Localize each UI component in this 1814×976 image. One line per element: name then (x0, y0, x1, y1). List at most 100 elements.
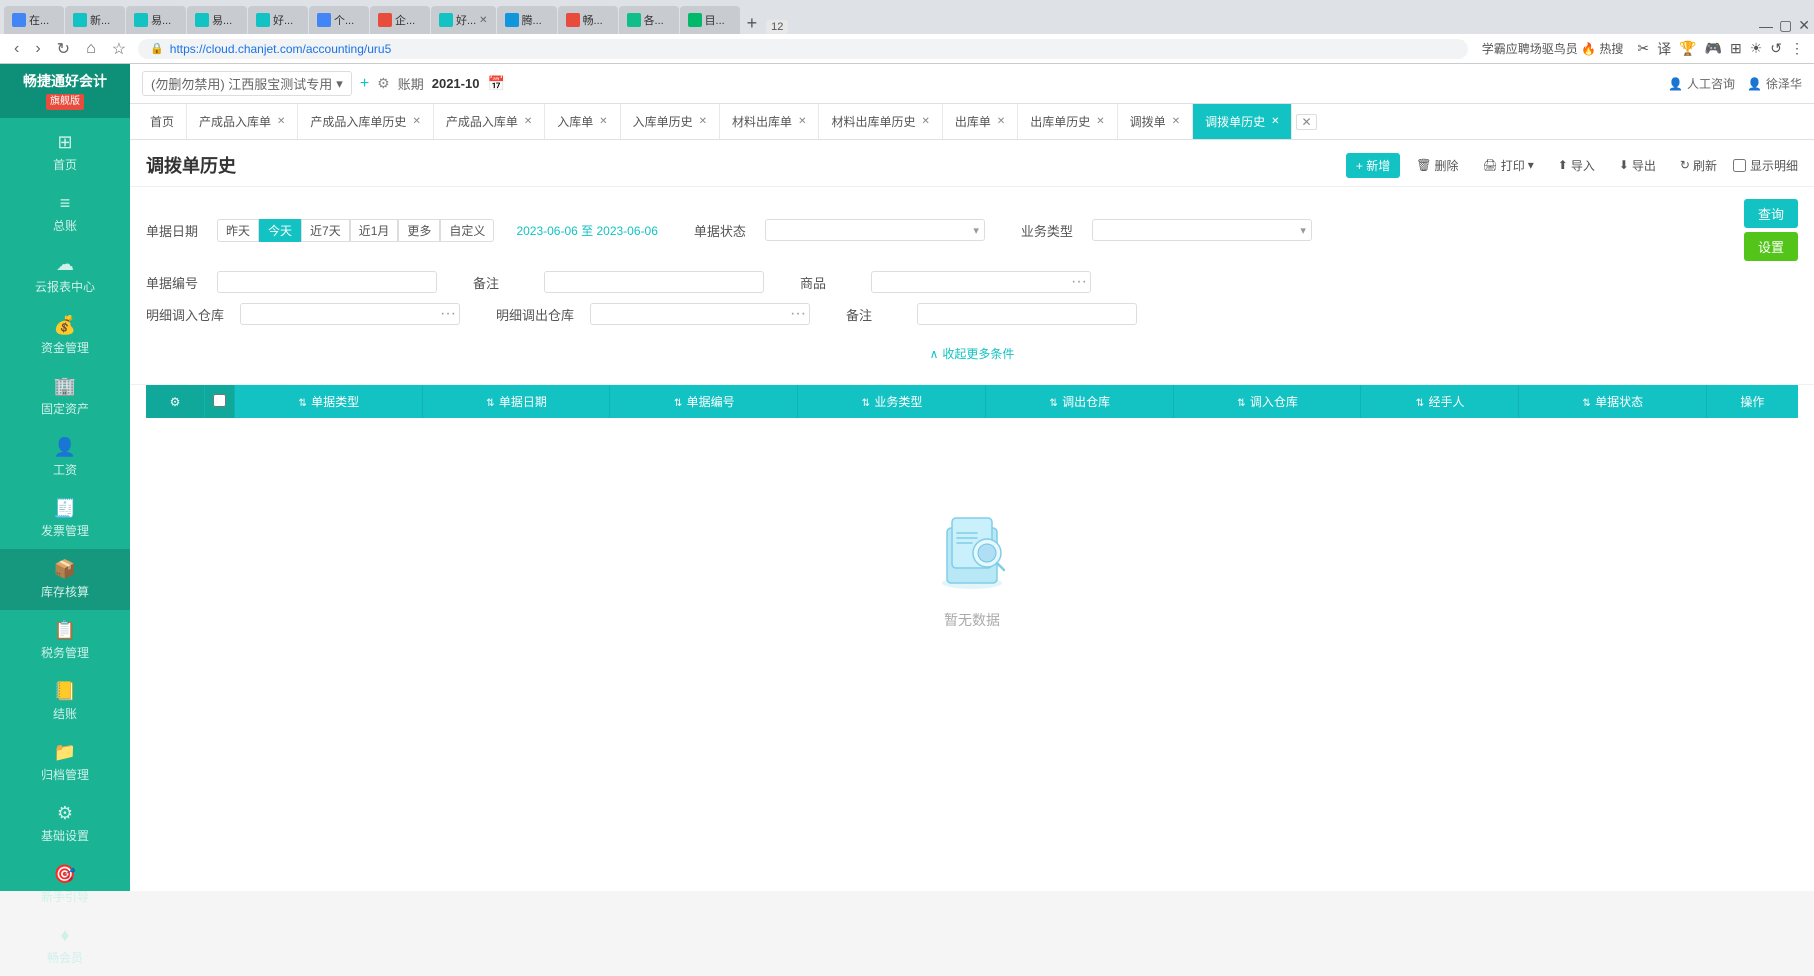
bookmark-btn[interactable]: ☆ (108, 37, 130, 61)
page-tab-product-in[interactable]: 产成品入库单 ✕ (187, 104, 298, 140)
sidebar-item-member[interactable]: ♦ 畅会员 (0, 915, 130, 976)
note-input[interactable] (544, 271, 764, 293)
new-btn[interactable]: + 新增 (1346, 153, 1400, 178)
th-biz-type[interactable]: ⇅ 业务类型 (798, 385, 986, 418)
date-tab-custom[interactable]: 自定义 (440, 219, 494, 242)
th-handler[interactable]: ⇅ 经手人 (1361, 385, 1519, 418)
browser-tab-7[interactable]: 企... (370, 6, 430, 34)
date-tab-yesterday[interactable]: 昨天 (217, 219, 259, 242)
sidebar-item-tax[interactable]: 📋 税务管理 (0, 610, 130, 671)
date-tab-more[interactable]: 更多 (398, 219, 440, 242)
browser-tab-4[interactable]: 易... (187, 6, 247, 34)
select-all-checkbox[interactable] (213, 394, 226, 407)
display-checkbox-label[interactable]: 显示明细 (1733, 157, 1798, 174)
sidebar-item-ledger[interactable]: ≡ 总账 (0, 183, 130, 244)
page-tab-transfer-history[interactable]: 调拨单历史 ✕ (1193, 104, 1292, 140)
th-gear[interactable]: ⚙ (146, 385, 204, 418)
sidebar-item-home[interactable]: ⊞ 首页 (0, 122, 130, 183)
out-warehouse-dots-icon[interactable]: ··· (790, 305, 806, 323)
date-tab-today[interactable]: 今天 (259, 219, 301, 242)
home-btn[interactable]: ⌂ (82, 38, 100, 60)
forward-btn[interactable]: › (31, 38, 44, 60)
in-warehouse-input[interactable] (240, 303, 460, 325)
tab-close-material-out-history[interactable]: ✕ (921, 116, 929, 127)
tab-close-product-in2[interactable]: ✕ (524, 116, 532, 127)
close-all-btn[interactable]: ✕ (1296, 114, 1316, 130)
tab-close-material-out[interactable]: ✕ (798, 116, 806, 127)
th-checkbox[interactable] (204, 385, 234, 418)
gamepad-icon[interactable]: 🎮 (1705, 40, 1722, 57)
browser-tab-12[interactable]: 目... (680, 6, 740, 34)
th-out-warehouse[interactable]: ⇅ 调出仓库 (985, 385, 1173, 418)
sidebar-item-guide[interactable]: 🎯 新手引导 (0, 854, 130, 915)
browser-tab-2[interactable]: 新... (65, 6, 125, 34)
user-service[interactable]: 👤 人工咨询 (1668, 75, 1735, 92)
tab-close-out[interactable]: ✕ (997, 116, 1005, 127)
browser-tab-3[interactable]: 易... (126, 6, 186, 34)
browser-tab-11[interactable]: 各... (619, 6, 679, 34)
goods-input[interactable] (871, 271, 1091, 293)
reward-icon[interactable]: 🏆 (1679, 40, 1696, 57)
refresh-btn[interactable]: ↻ (53, 37, 74, 61)
browser-tab-9[interactable]: 腾... (497, 6, 557, 34)
refresh-btn-page[interactable]: ↻ 刷新 (1672, 153, 1725, 178)
tab-close-out-history[interactable]: ✕ (1096, 116, 1104, 127)
th-doc-no[interactable]: ⇅ 单据编号 (610, 385, 798, 418)
undo-icon[interactable]: ↺ (1770, 40, 1782, 57)
sidebar-item-inventory[interactable]: 📦 库存核算 (0, 549, 130, 610)
url-bar[interactable]: 🔒 https://cloud.chanjet.com/accounting/u… (138, 39, 1468, 59)
page-tab-in-history[interactable]: 入库单历史 ✕ (621, 104, 720, 140)
page-tab-transfer[interactable]: 调拨单 ✕ (1118, 104, 1193, 140)
import-btn[interactable]: ⬆ 导入 (1550, 153, 1603, 178)
tab-close-in-history[interactable]: ✕ (699, 116, 707, 127)
page-tab-material-out-history[interactable]: 材料出库单历史 ✕ (819, 104, 942, 140)
tab-close-transfer-history[interactable]: ✕ (1271, 116, 1279, 127)
th-doc-date[interactable]: ⇅ 单据日期 (422, 385, 610, 418)
delete-btn[interactable]: 🗑 删除 (1408, 153, 1466, 178)
calendar-icon[interactable]: 📅 (487, 75, 504, 92)
goods-dots-icon[interactable]: ··· (1071, 273, 1087, 291)
settings-btn[interactable]: ⚙ (377, 75, 390, 92)
browser-tab-5[interactable]: 好... (248, 6, 308, 34)
page-tab-product-in2[interactable]: 产成品入库单 ✕ (434, 104, 545, 140)
tab-close-transfer[interactable]: ✕ (1172, 116, 1180, 127)
page-tab-material-out[interactable]: 材料出库单 ✕ (720, 104, 819, 140)
extensions-icon[interactable]: ✂ (1637, 40, 1649, 57)
new-tab-btn[interactable]: + (741, 13, 764, 34)
page-tab-out[interactable]: 出库单 ✕ (943, 104, 1018, 140)
back-btn[interactable]: ‹ (10, 38, 23, 60)
out-warehouse-input[interactable] (590, 303, 810, 325)
maximize-icon[interactable]: ▢ (1779, 17, 1792, 34)
sidebar-item-reports[interactable]: ☁ 云报表中心 (0, 244, 130, 305)
collapse-btn[interactable]: ∧ 收起更多条件 (930, 339, 1015, 368)
page-tab-product-in-history[interactable]: 产成品入库单历史 ✕ (298, 104, 433, 140)
brightness-icon[interactable]: ☀ (1750, 40, 1763, 57)
tab-close-product-in-history[interactable]: ✕ (412, 116, 420, 127)
tab-close-product-in[interactable]: ✕ (277, 116, 285, 127)
business-type-select[interactable] (1092, 219, 1312, 241)
date-tab-7days[interactable]: 近7天 (301, 219, 350, 242)
note2-input[interactable] (917, 303, 1137, 325)
user-avatar[interactable]: 👤 徐泽华 (1747, 75, 1802, 92)
doc-no-input[interactable] (217, 271, 437, 293)
th-doc-status[interactable]: ⇅ 单据状态 (1518, 385, 1706, 418)
sidebar-item-settings[interactable]: ⚙ 基础设置 (0, 793, 130, 854)
tab-close-8[interactable]: ✕ (479, 15, 487, 26)
print-btn[interactable]: 🖨 打印 ▾ (1474, 153, 1541, 178)
th-doc-type[interactable]: ⇅ 单据类型 (234, 385, 422, 418)
page-tab-home[interactable]: 首页 (138, 104, 187, 140)
browser-tab-1[interactable]: 在... (4, 6, 64, 34)
browser-tab-10[interactable]: 畅... (558, 6, 618, 34)
minimize-icon[interactable]: — (1759, 18, 1773, 34)
export-btn[interactable]: ⬇ 导出 (1611, 153, 1664, 178)
in-warehouse-dots-icon[interactable]: ··· (440, 305, 456, 323)
menu-icon[interactable]: ⋮ (1790, 40, 1804, 57)
sidebar-item-funds[interactable]: 💰 资金管理 (0, 305, 130, 366)
tab-close-in[interactable]: ✕ (599, 116, 607, 127)
query-btn[interactable]: 查询 (1744, 199, 1798, 228)
sidebar-item-assets[interactable]: 🏢 固定资产 (0, 366, 130, 427)
browser-tab-8[interactable]: 好... ✕ (431, 6, 496, 34)
page-tab-in[interactable]: 入库单 ✕ (545, 104, 620, 140)
browser-tab-6[interactable]: 个... (309, 6, 369, 34)
grid-icon[interactable]: ⊞ (1730, 40, 1742, 57)
